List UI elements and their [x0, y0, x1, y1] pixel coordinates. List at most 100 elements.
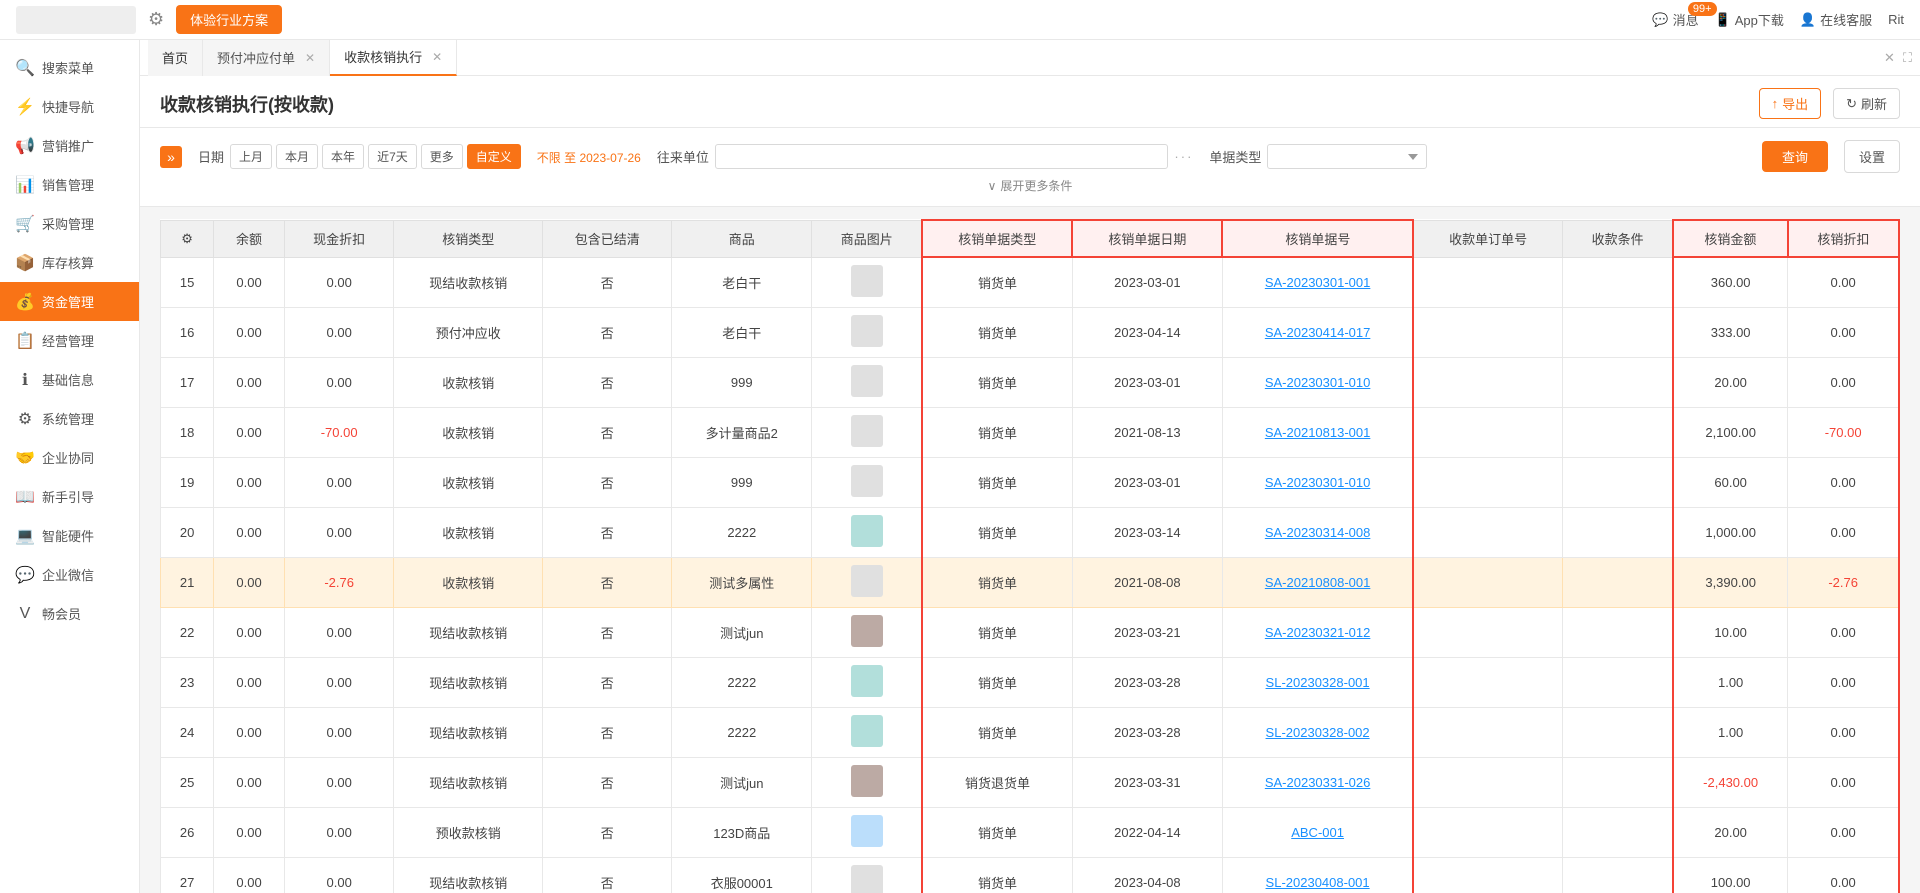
partner-input[interactable]	[715, 144, 1169, 169]
tab-verify-close[interactable]: ✕	[432, 50, 442, 64]
sidebar-label-purchase: 采购管理	[42, 214, 94, 233]
user-name[interactable]: Rit	[1888, 12, 1904, 27]
table-row: 15 0.00 0.00 现结收款核销 否 老白干 销货单 2023-03-01…	[161, 257, 1900, 307]
sidebar-item-nav[interactable]: ⚡ 快捷导航	[0, 87, 139, 126]
cell-goods: 999	[672, 457, 812, 507]
cell-doc-no[interactable]: SA-20210813-001	[1222, 407, 1413, 457]
filter-arrow-btn[interactable]: »	[160, 146, 182, 168]
date-this-month[interactable]: 本月	[276, 144, 318, 169]
sidebar-item-hardware[interactable]: 💻 智能硬件	[0, 516, 139, 555]
sidebar-item-collab[interactable]: 🤝 企业协同	[0, 438, 139, 477]
cell-doc-no[interactable]: SL-20230408-001	[1222, 857, 1413, 893]
cell-doc-no[interactable]: SA-20230414-017	[1222, 307, 1413, 357]
tab-bar: 首页 预付冲应付单 ✕ 收款核销执行 ✕ ✕ ⛶	[140, 40, 1920, 76]
online-service-btn[interactable]: 👤 在线客服	[1800, 10, 1872, 29]
table-body: 15 0.00 0.00 现结收款核销 否 老白干 销货单 2023-03-01…	[161, 257, 1900, 893]
sidebar-item-purchase[interactable]: 🛒 采购管理	[0, 204, 139, 243]
tab-prepay[interactable]: 预付冲应付单 ✕	[203, 40, 330, 76]
cell-discount: 0.00	[1788, 507, 1899, 557]
cell-goods: 测试jun	[672, 607, 812, 657]
cell-balance: 0.00	[214, 457, 285, 507]
cell-doc-no[interactable]: SA-20230314-008	[1222, 507, 1413, 557]
col-type: 核销类型	[394, 220, 543, 257]
cell-order-no	[1413, 557, 1562, 607]
cell-goods-img	[812, 807, 922, 857]
sidebar-label-basic: 基础信息	[42, 370, 94, 389]
cell-doc-date: 2021-08-08	[1072, 557, 1222, 607]
expand-more-btn[interactable]: ∨ 展开更多条件	[160, 173, 1900, 194]
type-select[interactable]	[1267, 144, 1427, 169]
export-button[interactable]: ↑ 导出	[1759, 88, 1822, 119]
cell-order-no	[1413, 507, 1562, 557]
date-value: 不限 至 2023-07-26	[537, 149, 641, 166]
cell-doc-date: 2023-03-31	[1072, 757, 1222, 807]
col-settings[interactable]: ⚙	[161, 220, 214, 257]
cell-doc-no[interactable]: SA-20230301-010	[1222, 457, 1413, 507]
sidebar-item-wechat[interactable]: 💬 企业微信	[0, 555, 139, 594]
query-button[interactable]: 查询	[1762, 141, 1828, 172]
sidebar-item-sales[interactable]: 📊 销售管理	[0, 165, 139, 204]
sidebar-label-search: 搜索菜单	[42, 58, 94, 77]
sidebar-item-system[interactable]: ⚙ 系统管理	[0, 399, 139, 438]
cell-doc-no[interactable]: SA-20230321-012	[1222, 607, 1413, 657]
tab-verify[interactable]: 收款核销执行 ✕	[330, 40, 457, 76]
cell-doc-type: 销货单	[922, 457, 1072, 507]
refresh-icon: ↻	[1846, 96, 1857, 112]
date-last-month[interactable]: 上月	[230, 144, 272, 169]
cell-doc-date: 2023-03-01	[1072, 257, 1222, 307]
col-order-no: 收款单订单号	[1413, 220, 1562, 257]
settings-button[interactable]: 设置	[1844, 140, 1900, 173]
sidebar-item-basic[interactable]: ℹ 基础信息	[0, 360, 139, 399]
message-btn[interactable]: 💬 消息 99+	[1652, 10, 1698, 29]
cell-doc-no[interactable]: ABC-001	[1222, 807, 1413, 857]
tab-close-all-icon[interactable]: ✕	[1884, 50, 1895, 66]
sidebar-item-operations[interactable]: 📋 经营管理	[0, 321, 139, 360]
cell-doc-no[interactable]: SL-20230328-002	[1222, 707, 1413, 757]
date-7days[interactable]: 近7天	[368, 144, 417, 169]
cell-payment-cond	[1563, 457, 1673, 507]
sidebar: 🔍 搜索菜单 ⚡ 快捷导航 📢 营销推广 📊 销售管理 🛒 采购管理 📦 库存核…	[0, 40, 140, 893]
refresh-button[interactable]: ↻ 刷新	[1833, 88, 1900, 119]
sidebar-item-search[interactable]: 🔍 搜索菜单	[0, 48, 139, 87]
search-icon: 🔍	[16, 59, 34, 77]
date-custom[interactable]: 自定义	[467, 144, 521, 169]
sidebar-item-vip[interactable]: V 畅会员	[0, 594, 139, 633]
cell-payment-cond	[1563, 807, 1673, 857]
type-label: 单据类型	[1209, 147, 1261, 166]
tab-home[interactable]: 首页	[148, 40, 203, 76]
cell-payment-cond	[1563, 607, 1673, 657]
app-download-btn[interactable]: 📱 App下载	[1715, 10, 1784, 29]
cell-discount: 0.00	[1788, 807, 1899, 857]
cell-type: 现结收款核销	[394, 657, 543, 707]
operations-icon: 📋	[16, 332, 34, 350]
wechat-icon: 💬	[16, 566, 34, 584]
cell-included: 否	[543, 707, 672, 757]
tab-expand-icon[interactable]: ⛶	[1903, 50, 1912, 66]
tab-prepay-close[interactable]: ✕	[305, 51, 315, 65]
cell-cash-discount: -2.76	[284, 557, 394, 607]
cell-cash-discount: 0.00	[284, 257, 394, 307]
sidebar-item-guide[interactable]: 📖 新手引导	[0, 477, 139, 516]
cell-payment-cond	[1563, 407, 1673, 457]
cell-payment-cond	[1563, 257, 1673, 307]
cell-doc-no[interactable]: SA-20230331-026	[1222, 757, 1413, 807]
cell-doc-no[interactable]: SA-20210808-001	[1222, 557, 1413, 607]
date-this-year[interactable]: 本年	[322, 144, 364, 169]
table-row: 23 0.00 0.00 现结收款核销 否 2222 销货单 2023-03-2…	[161, 657, 1900, 707]
cell-doc-no[interactable]: SA-20230301-001	[1222, 257, 1413, 307]
industry-btn[interactable]: 体验行业方案	[176, 5, 282, 34]
sidebar-item-inventory[interactable]: 📦 库存核算	[0, 243, 139, 282]
sidebar-label-guide: 新手引导	[42, 487, 94, 506]
table-row: 17 0.00 0.00 收款核销 否 999 销货单 2023-03-01 S…	[161, 357, 1900, 407]
cell-discount: 0.00	[1788, 307, 1899, 357]
cell-doc-no[interactable]: SA-20230301-010	[1222, 357, 1413, 407]
sidebar-item-finance[interactable]: 💰 资金管理	[0, 282, 139, 321]
table-row: 26 0.00 0.00 预收款核销 否 123D商品 销货单 2022-04-…	[161, 807, 1900, 857]
settings-icon[interactable]: ⚙	[148, 9, 164, 30]
expand-icon: ∨	[988, 179, 997, 193]
cell-order-no	[1413, 757, 1562, 807]
date-more[interactable]: 更多	[421, 144, 463, 169]
cell-doc-no[interactable]: SL-20230328-001	[1222, 657, 1413, 707]
sidebar-item-marketing[interactable]: 📢 营销推广	[0, 126, 139, 165]
system-icon: ⚙	[16, 410, 34, 428]
